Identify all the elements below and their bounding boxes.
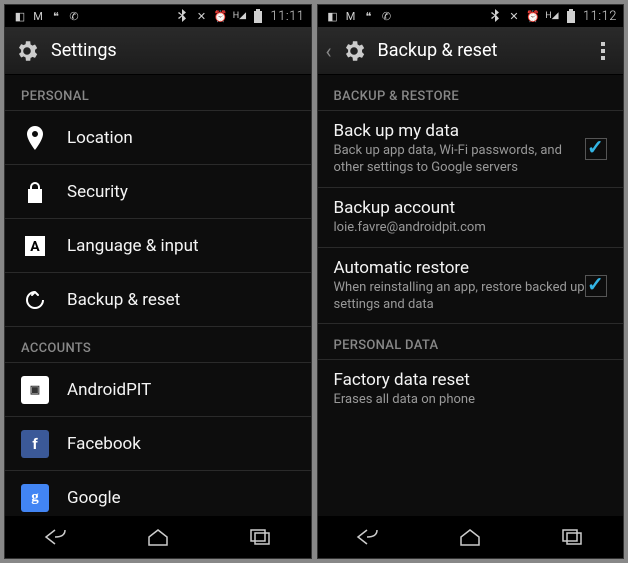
item-label: Backup & reset bbox=[67, 290, 295, 310]
recent-apps-button[interactable] bbox=[550, 523, 594, 551]
item-sublabel: Erases all data on phone bbox=[334, 392, 608, 409]
item-label: Facebook bbox=[67, 434, 295, 454]
section-header-accounts: ACCOUNTS bbox=[5, 327, 311, 363]
item-account-facebook[interactable]: f Facebook bbox=[5, 417, 311, 471]
home-button[interactable] bbox=[136, 523, 180, 551]
lock-icon bbox=[21, 178, 49, 206]
signal-icon: H◢ bbox=[232, 9, 246, 23]
item-label: Backup account bbox=[334, 198, 608, 218]
settings-gear-icon bbox=[13, 37, 41, 65]
clock: 11:11 bbox=[270, 9, 304, 24]
phone-backup-reset: ◧ M ❝ ✆ ✕ ⏰ H◢ 11:12 ‹ Backup & reset BA… bbox=[317, 4, 625, 559]
item-backup-my-data[interactable]: Back up my data Back up app data, Wi-Fi … bbox=[318, 111, 624, 188]
status-call-icon: ✆ bbox=[67, 9, 81, 23]
item-label: Google bbox=[67, 488, 295, 508]
status-gmail-icon: M bbox=[344, 9, 358, 23]
language-icon: A bbox=[21, 232, 49, 260]
nav-bar bbox=[5, 516, 311, 558]
recent-apps-button[interactable] bbox=[238, 523, 282, 551]
status-hangouts-icon: ❝ bbox=[362, 9, 376, 23]
item-backup-account[interactable]: Backup account loie.favre@androidpit.com bbox=[318, 188, 624, 248]
bluetooth-icon bbox=[175, 9, 189, 23]
back-button[interactable] bbox=[346, 523, 390, 551]
backup-list: BACKUP & RESTORE Back up my data Back up… bbox=[318, 75, 624, 516]
vibrate-icon: ✕ bbox=[507, 9, 521, 23]
home-button[interactable] bbox=[448, 523, 492, 551]
svg-text:A: A bbox=[30, 239, 40, 255]
back-button[interactable] bbox=[34, 523, 78, 551]
settings-gear-icon[interactable] bbox=[340, 37, 368, 65]
vibrate-icon: ✕ bbox=[194, 9, 208, 23]
account-icon: ▣ bbox=[21, 376, 49, 404]
alarm-icon: ⏰ bbox=[526, 9, 540, 23]
status-gmail-icon: M bbox=[31, 9, 45, 23]
item-label: Location bbox=[67, 128, 295, 148]
battery-icon bbox=[564, 9, 578, 23]
signal-icon: H◢ bbox=[545, 9, 559, 23]
checkbox-backup-data[interactable] bbox=[585, 138, 607, 160]
status-bar: ◧ M ❝ ✆ ✕ ⏰ H◢ 11:12 bbox=[318, 5, 624, 27]
status-notification-icon: ◧ bbox=[326, 9, 340, 23]
item-label: AndroidPIT bbox=[67, 380, 295, 400]
item-label: Automatic restore bbox=[334, 258, 586, 278]
item-backup-reset[interactable]: Backup & reset bbox=[5, 273, 311, 327]
item-account-androidpit[interactable]: ▣ AndroidPIT bbox=[5, 363, 311, 417]
checkbox-auto-restore[interactable] bbox=[585, 275, 607, 297]
item-label: Back up my data bbox=[334, 121, 586, 141]
section-header-personal-data: PERSONAL DATA bbox=[318, 324, 624, 360]
battery-icon bbox=[251, 9, 265, 23]
action-bar: ‹ Backup & reset bbox=[318, 27, 624, 75]
section-header-personal: PERSONAL bbox=[5, 75, 311, 111]
backup-icon bbox=[21, 286, 49, 314]
item-label: Factory data reset bbox=[334, 370, 608, 390]
section-header-backup-restore: BACKUP & RESTORE bbox=[318, 75, 624, 111]
account-icon: g bbox=[21, 484, 49, 512]
item-sublabel: Back up app data, Wi-Fi passwords, and o… bbox=[334, 143, 586, 177]
page-title: Backup & reset bbox=[378, 40, 592, 61]
item-factory-reset[interactable]: Factory data reset Erases all data on ph… bbox=[318, 360, 624, 419]
location-pin-icon bbox=[21, 124, 49, 152]
item-automatic-restore[interactable]: Automatic restore When reinstalling an a… bbox=[318, 248, 624, 325]
item-security[interactable]: Security bbox=[5, 165, 311, 219]
clock: 11:12 bbox=[583, 9, 617, 24]
status-call-icon: ✆ bbox=[380, 9, 394, 23]
item-label: Security bbox=[67, 182, 295, 202]
phone-settings: ◧ M ❝ ✆ ✕ ⏰ H◢ 11:11 Settings PERSONAL bbox=[4, 4, 312, 559]
alarm-icon: ⏰ bbox=[213, 9, 227, 23]
settings-list: PERSONAL Location Security A Language & … bbox=[5, 75, 311, 516]
bluetooth-icon bbox=[488, 9, 502, 23]
nav-bar bbox=[318, 516, 624, 558]
back-caret-icon[interactable]: ‹ bbox=[326, 39, 338, 63]
item-language[interactable]: A Language & input bbox=[5, 219, 311, 273]
status-hangouts-icon: ❝ bbox=[49, 9, 63, 23]
overflow-menu-button[interactable] bbox=[591, 42, 615, 60]
page-title: Settings bbox=[51, 40, 303, 61]
item-location[interactable]: Location bbox=[5, 111, 311, 165]
item-account-google[interactable]: g Google bbox=[5, 471, 311, 516]
item-sublabel: When reinstalling an app, restore backed… bbox=[334, 280, 586, 314]
account-icon: f bbox=[21, 430, 49, 458]
status-bar: ◧ M ❝ ✆ ✕ ⏰ H◢ 11:11 bbox=[5, 5, 311, 27]
status-notification-icon: ◧ bbox=[13, 9, 27, 23]
action-bar: Settings bbox=[5, 27, 311, 75]
item-label: Language & input bbox=[67, 236, 295, 256]
item-sublabel: loie.favre@androidpit.com bbox=[334, 220, 608, 237]
